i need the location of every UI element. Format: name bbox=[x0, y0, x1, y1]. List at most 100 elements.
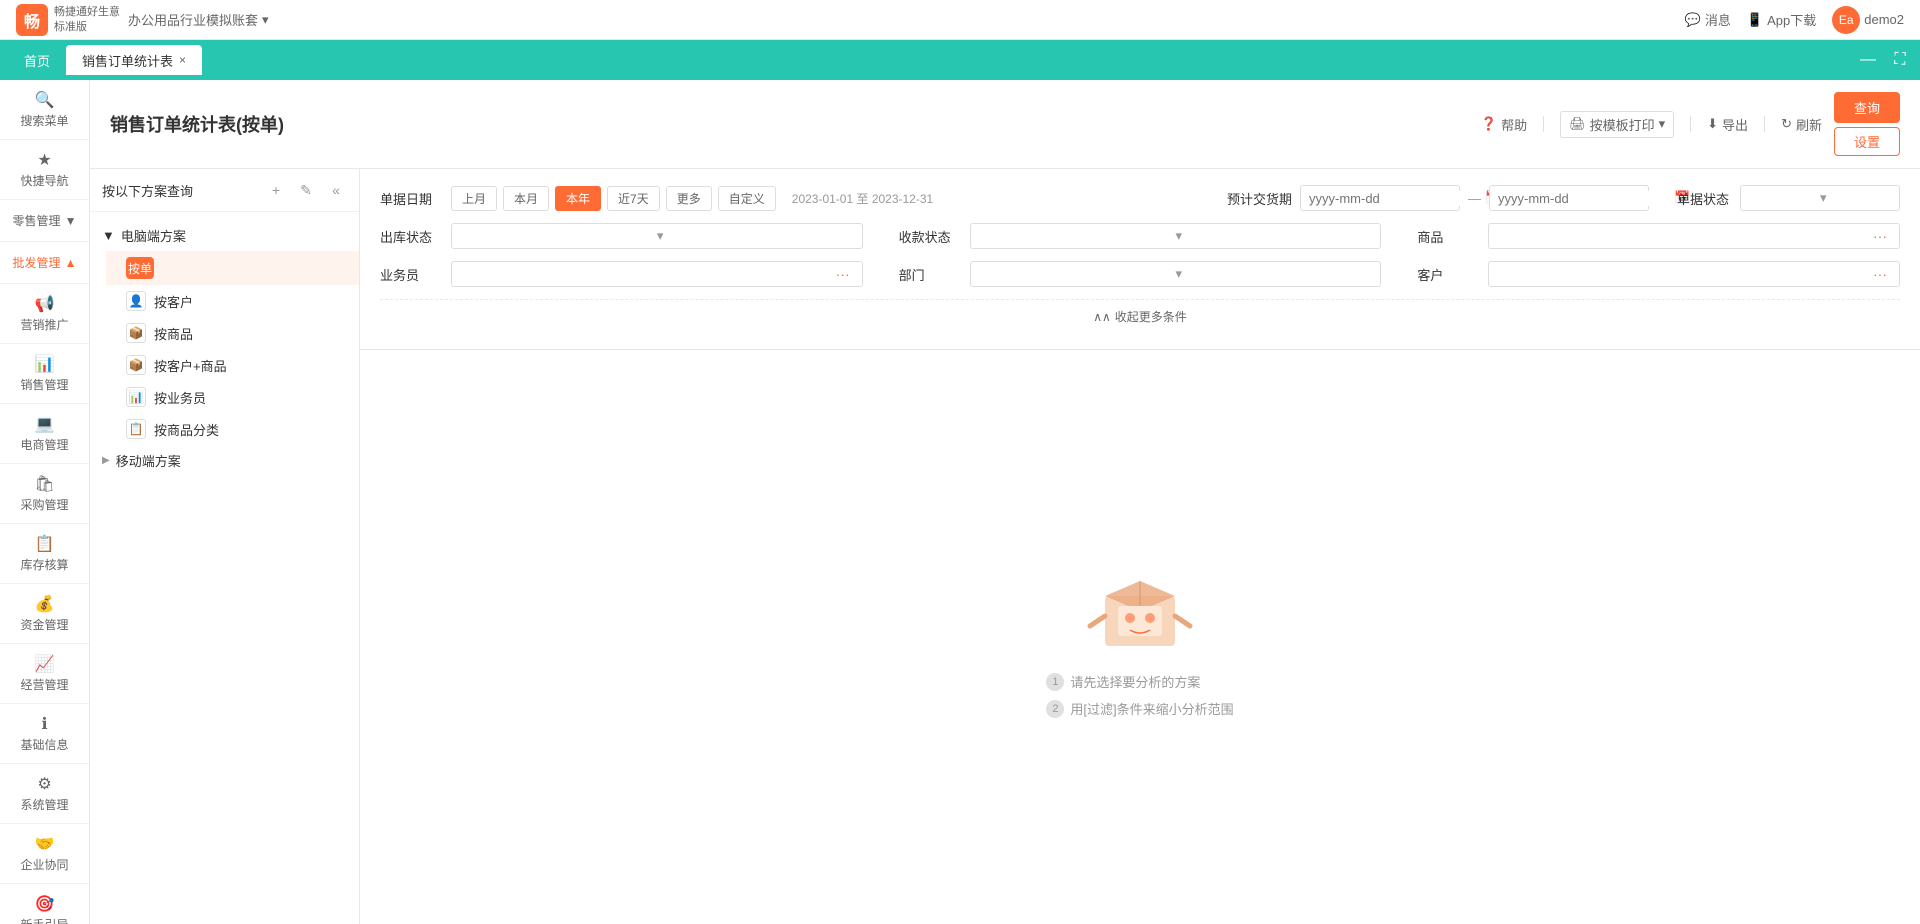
logo-icon: 畅 bbox=[16, 4, 48, 36]
goods-scheme-icon: 📦 bbox=[126, 323, 146, 343]
query-button[interactable]: 查询 bbox=[1834, 92, 1900, 123]
sidebar-item-finance[interactable]: 💰 资金管理 bbox=[0, 584, 89, 644]
tab-bar: 首页 销售订单统计表 × — ⛶ bbox=[0, 40, 1920, 80]
tab-maximize-button[interactable]: ⛶ bbox=[1888, 48, 1912, 72]
gear-icon: ⚙ bbox=[37, 774, 51, 794]
scheme-by-order[interactable]: 按单 bbox=[106, 251, 359, 285]
salesman-dots[interactable]: ··· bbox=[832, 266, 854, 282]
empty-tip-2: 2 用[过滤]条件来缩小分析范围 bbox=[1046, 699, 1233, 718]
customer-input-wrap: ··· bbox=[1488, 261, 1900, 287]
sidebar-item-ecommerce[interactable]: 💻 电商管理 bbox=[0, 404, 89, 464]
top-bar: 畅 畅捷通好生意 标准版 办公用品行业模拟账套 ▾ 💬 消息 📱 App下载 E… bbox=[0, 0, 1920, 40]
scheme-by-goods-category[interactable]: 📋 按商品分类 bbox=[106, 413, 359, 445]
add-scheme-button[interactable]: + bbox=[265, 179, 287, 201]
goods-category-icon: 📋 bbox=[126, 419, 146, 439]
pc-group-toggle[interactable]: ▼ 电脑端方案 bbox=[90, 220, 359, 251]
operations-icon: 📈 bbox=[35, 654, 55, 674]
salesman-label: 业务员 bbox=[380, 265, 435, 284]
sidebar-item-search[interactable]: 🔍 搜索菜单 bbox=[0, 80, 89, 140]
delivery-status-select[interactable]: ▾ bbox=[451, 223, 863, 249]
help-button[interactable]: ❓ 帮助 bbox=[1481, 115, 1527, 134]
user-menu-button[interactable]: Ea demo2 bbox=[1832, 6, 1904, 34]
edit-scheme-button[interactable]: ✎ bbox=[295, 179, 317, 201]
sidebar-item-operations[interactable]: 📈 经营管理 bbox=[0, 644, 89, 704]
refresh-button[interactable]: ↻ 刷新 bbox=[1781, 115, 1822, 134]
date-btn-this-month[interactable]: 本月 bbox=[503, 186, 549, 211]
star-icon: ★ bbox=[37, 150, 51, 170]
department-arrow-icon: ▾ bbox=[1176, 266, 1373, 282]
inventory-icon: 📋 bbox=[35, 534, 55, 554]
sidebar-item-inventory[interactable]: 📋 库存核算 bbox=[0, 524, 89, 584]
sidebar-item-marketing[interactable]: 📢 营销推广 bbox=[0, 284, 89, 344]
date-btn-this-year[interactable]: 本年 bbox=[555, 186, 601, 211]
salesman-scheme-icon: 📊 bbox=[126, 387, 146, 407]
scheme-by-customer[interactable]: 👤 按客户 bbox=[106, 285, 359, 317]
empty-image bbox=[1080, 556, 1200, 656]
settings-button[interactable]: 设置 bbox=[1834, 127, 1900, 156]
sidebar-item-guide[interactable]: 🎯 新手引导 bbox=[0, 884, 89, 924]
left-panel-header: 按以下方案查询 + ✎ « bbox=[90, 169, 359, 212]
scheme-by-salesman[interactable]: 📊 按业务员 bbox=[106, 381, 359, 413]
app-download-button[interactable]: 📱 App下载 bbox=[1747, 10, 1816, 29]
customer-dots[interactable]: ··· bbox=[1869, 266, 1891, 282]
department-select[interactable]: ▾ bbox=[970, 261, 1382, 287]
delivery-status-arrow-icon: ▾ bbox=[657, 228, 854, 244]
sidebar-item-wholesale[interactable]: 批发管理 ▲ bbox=[0, 242, 89, 284]
salesman-input[interactable] bbox=[460, 267, 832, 282]
filter-row-1: 单据日期 上月 本月 本年 近7天 更多 自定义 2023-01-01 至 20… bbox=[380, 185, 1900, 211]
date-label: 单据日期 bbox=[380, 189, 435, 208]
message-icon: 💬 bbox=[1685, 12, 1701, 28]
sidebar-item-purchase[interactable]: 🛍 采购管理 bbox=[0, 464, 89, 524]
tab-sales-order-stats[interactable]: 销售订单统计表 × bbox=[66, 45, 202, 75]
sidebar-item-quick-nav[interactable]: ★ 快捷导航 bbox=[0, 140, 89, 200]
date-buttons-group: 上月 本月 本年 近7天 更多 自定义 bbox=[451, 186, 776, 211]
goods-dots[interactable]: ··· bbox=[1869, 228, 1891, 244]
print-button[interactable]: 🖨 按模板打印 ▾ bbox=[1560, 111, 1674, 138]
info-icon: ℹ bbox=[41, 714, 47, 734]
empty-tip-1: 1 请先选择要分析的方案 bbox=[1046, 672, 1233, 691]
collapse-button[interactable]: ∧∧ 收起更多条件 bbox=[1093, 308, 1187, 325]
finance-icon: 💰 bbox=[35, 594, 55, 614]
date-btn-more[interactable]: 更多 bbox=[666, 186, 712, 211]
goods-input[interactable] bbox=[1497, 229, 1869, 244]
customer-icon: 👤 bbox=[126, 291, 146, 311]
sidebar-item-retail[interactable]: 零售管理 ▼ bbox=[0, 200, 89, 242]
sidebar-item-enterprise[interactable]: 🤝 企业协同 bbox=[0, 824, 89, 884]
split-layout: 按以下方案查询 + ✎ « ▼ 电脑端方案 按单 bbox=[90, 169, 1920, 924]
expected-date-to[interactable] bbox=[1498, 191, 1674, 206]
avatar: Ea bbox=[1832, 6, 1860, 34]
tab-home[interactable]: 首页 bbox=[8, 45, 66, 75]
expected-date-from[interactable] bbox=[1309, 191, 1485, 206]
chevron-up-icon: ▲ bbox=[65, 256, 77, 270]
tab-minimize-button[interactable]: — bbox=[1856, 48, 1880, 72]
date-btn-custom[interactable]: 自定义 bbox=[718, 186, 776, 211]
export-button[interactable]: ⬇ 导出 bbox=[1707, 115, 1748, 134]
filter-row-2: 出库状态 ▾ 收款状态 ▾ 商品 ··· bbox=[380, 223, 1900, 249]
breadcrumb[interactable]: 办公用品行业模拟账套 ▾ bbox=[128, 10, 269, 29]
collapse-panel-button[interactable]: « bbox=[325, 179, 347, 201]
scheme-by-goods[interactable]: 📦 按商品 bbox=[106, 317, 359, 349]
pc-tree-children: 按单 👤 按客户 📦 按商品 bbox=[90, 251, 359, 445]
page-header: 销售订单统计表(按单) ❓ 帮助 🖨 按模板打印 ▾ ⬇ 导出 bbox=[90, 80, 1920, 169]
customer-input[interactable] bbox=[1497, 267, 1869, 282]
filter-row-3: 业务员 ··· 部门 ▾ 客户 ··· bbox=[380, 261, 1900, 287]
payment-status-select[interactable]: ▾ bbox=[970, 223, 1382, 249]
message-button[interactable]: 💬 消息 bbox=[1685, 10, 1731, 29]
scheme-by-customer-goods[interactable]: 📦 按客户+商品 bbox=[106, 349, 359, 381]
sidebar-item-sales[interactable]: 📊 销售管理 bbox=[0, 344, 89, 404]
goods-input-wrap: ··· bbox=[1488, 223, 1900, 249]
date-btn-last-month[interactable]: 上月 bbox=[451, 186, 497, 211]
expected-date-label: 预计交货期 bbox=[1227, 189, 1292, 208]
search-icon: 🔍 bbox=[35, 90, 55, 110]
order-status-select[interactable]: ▾ bbox=[1740, 185, 1900, 211]
mobile-group-toggle[interactable]: ▶ 移动端方案 bbox=[90, 445, 359, 476]
page-title: 销售订单统计表(按单) bbox=[110, 111, 284, 149]
date-btn-last7days[interactable]: 近7天 bbox=[607, 186, 660, 211]
expected-date-to-wrap: 📅 bbox=[1489, 185, 1649, 211]
delivery-label: 出库状态 bbox=[380, 227, 435, 246]
sidebar-item-basic-info[interactable]: ℹ 基础信息 bbox=[0, 704, 89, 764]
tab-close-icon[interactable]: × bbox=[179, 53, 186, 67]
sidebar-item-system[interactable]: ⚙ 系统管理 bbox=[0, 764, 89, 824]
date-range-dash: — bbox=[1468, 191, 1481, 206]
order-status-arrow-icon: ▾ bbox=[1820, 190, 1891, 206]
